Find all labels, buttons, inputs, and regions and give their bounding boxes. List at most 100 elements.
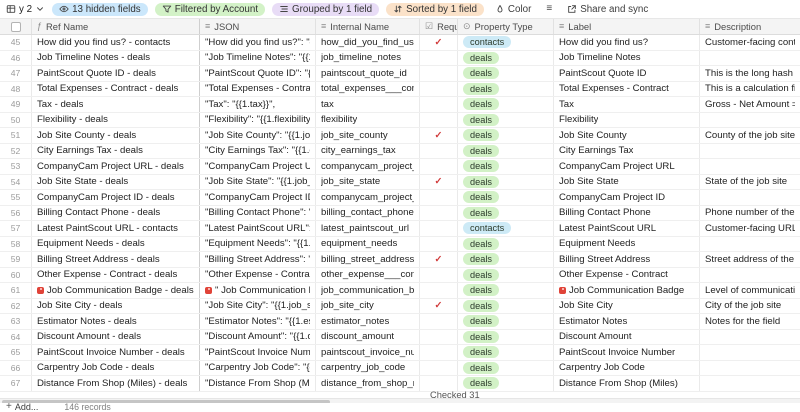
cell-internal[interactable]: equipment_needs [316, 236, 420, 251]
property-type-pill[interactable]: deals [463, 113, 499, 126]
cell-label[interactable]: Carpentry Job Code [554, 360, 700, 375]
cell-internal[interactable]: billing_contact_phone [316, 205, 420, 220]
group-button[interactable]: Grouped by 1 field [272, 2, 380, 16]
cell-internal[interactable]: paintscout_quote_id [316, 66, 420, 81]
column-header-desc[interactable]: ≡ Description [700, 19, 800, 34]
cell-desc[interactable]: City of the job site [700, 299, 800, 314]
cell-json[interactable]: "Flexibility": "{{1.flexibility}}", [200, 112, 316, 127]
row-number[interactable]: 61 [0, 283, 32, 298]
row-number[interactable]: 59 [0, 252, 32, 267]
cell-internal[interactable]: job_timeline_notes [316, 50, 420, 65]
row-number[interactable]: 55 [0, 190, 32, 205]
row-number[interactable]: 45 [0, 35, 32, 50]
cell-label[interactable]: Billing Street Address [554, 252, 700, 267]
row-number[interactable]: 58 [0, 236, 32, 251]
cell-internal[interactable]: job_communication_badge [316, 283, 420, 298]
property-type-pill[interactable]: deals [463, 268, 499, 281]
cell-json[interactable]: "How did you find us?": "{{1.ho... [200, 35, 316, 50]
row-number[interactable]: 53 [0, 159, 32, 174]
cell-json[interactable]: "Distance From Shop (Miles)": "... [200, 376, 316, 391]
cell-desc[interactable] [700, 330, 800, 345]
cell-json[interactable]: "Job Timeline Notes": "{{1.job... [200, 50, 316, 65]
cell-desc[interactable] [700, 237, 800, 252]
cell-desc[interactable]: County of the job site [700, 128, 800, 143]
row-number[interactable]: 46 [0, 50, 32, 65]
cell-required[interactable]: ✓ [420, 298, 458, 313]
row-number[interactable]: 50 [0, 112, 32, 127]
cell-type[interactable]: deals [458, 174, 554, 189]
cell-ref[interactable]: Total Expenses - Contract - deals [32, 81, 200, 96]
cell-json[interactable]: "Equipment Needs": "{{1.equip... [200, 236, 316, 251]
cell-internal[interactable]: distance_from_shop_miles [316, 376, 420, 391]
property-type-pill[interactable]: deals [463, 98, 499, 111]
cell-required[interactable] [420, 314, 458, 329]
cell-ref[interactable]: Equipment Needs - deals [32, 236, 200, 251]
add-record-button[interactable]: + Add... [6, 401, 38, 412]
required-check-icon[interactable]: ✓ [435, 177, 443, 187]
cell-label[interactable]: PaintScout Quote ID [554, 66, 700, 81]
cell-json[interactable]: "CompanyCam Project URL": "... [200, 159, 316, 174]
cell-ref[interactable]: Distance From Shop (Miles) - deals [32, 376, 200, 391]
cell-internal[interactable]: discount_amount [316, 329, 420, 344]
cell-json[interactable]: "City Earnings Tax": "{{1.city_ea... [200, 143, 316, 158]
cell-internal[interactable]: flexibility [316, 112, 420, 127]
cell-json[interactable]: " Job Communication Badge... [200, 283, 316, 298]
cell-label[interactable]: How did you find us? [554, 35, 700, 50]
cell-internal[interactable]: job_site_county [316, 128, 420, 143]
column-header-required[interactable]: ☑Required? [420, 19, 458, 34]
row-number[interactable]: 64 [0, 329, 32, 344]
cell-label[interactable]: Discount Amount [554, 329, 700, 344]
cell-desc[interactable] [700, 190, 800, 205]
cell-desc[interactable] [700, 144, 800, 159]
cell-required[interactable]: ✓ [420, 252, 458, 267]
cell-ref[interactable]: Billing Street Address - deals [32, 252, 200, 267]
cell-desc[interactable]: Notes for the field [700, 314, 800, 329]
property-type-pill[interactable]: deals [463, 284, 499, 297]
property-type-pill[interactable]: deals [463, 253, 499, 266]
cell-label[interactable]: Job Site City [554, 298, 700, 313]
cell-ref[interactable]: PaintScout Quote ID - deals [32, 66, 200, 81]
cell-internal[interactable]: other_expense___contract [316, 267, 420, 282]
cell-internal[interactable]: total_expenses___contract [316, 81, 420, 96]
cell-internal[interactable]: tax [316, 97, 420, 112]
property-type-pill[interactable]: deals [463, 82, 499, 95]
cell-ref[interactable]: City Earnings Tax - deals [32, 143, 200, 158]
cell-type[interactable]: deals [458, 66, 554, 81]
cell-json[interactable]: "Job Site County": "{{1.job_site... [200, 128, 316, 143]
cell-ref[interactable]: Job Site County - deals [32, 128, 200, 143]
cell-required[interactable] [420, 66, 458, 81]
property-type-pill[interactable]: contacts [463, 36, 512, 49]
color-button[interactable]: Color [491, 3, 535, 16]
cell-internal[interactable]: job_site_state [316, 174, 420, 189]
required-check-icon[interactable]: ✓ [435, 37, 443, 48]
cell-type[interactable]: deals [458, 360, 554, 375]
cell-internal[interactable]: paintscout_invoice_number [316, 345, 420, 360]
cell-label[interactable]: Distance From Shop (Miles) [554, 376, 700, 391]
cell-ref[interactable]: Discount Amount - deals [32, 329, 200, 344]
cell-type[interactable]: deals [458, 376, 554, 391]
cell-label[interactable]: Estimator Notes [554, 314, 700, 329]
cell-required[interactable] [420, 236, 458, 251]
cell-json[interactable]: "Job Site State": "{{1.job_site_st... [200, 174, 316, 189]
cell-required[interactable] [420, 112, 458, 127]
cell-json[interactable]: "Billing Contact Phone": "{{1.bill... [200, 205, 316, 220]
cell-type[interactable]: deals [458, 236, 554, 251]
cell-label[interactable]: Latest PaintScout URL [554, 221, 700, 236]
cell-json[interactable]: "Estimator Notes": "{{1.estimato... [200, 314, 316, 329]
cell-required[interactable] [420, 376, 458, 391]
property-type-pill[interactable]: deals [463, 191, 499, 204]
row-number[interactable]: 54 [0, 174, 32, 189]
cell-label[interactable]: PaintScout Invoice Number [554, 345, 700, 360]
cell-desc[interactable]: This is the long hash te [700, 66, 800, 81]
row-number[interactable]: 51 [0, 128, 32, 143]
cell-label[interactable]: CompanyCam Project ID [554, 190, 700, 205]
cell-desc[interactable]: This is a calculation fie [700, 82, 800, 97]
cell-json[interactable]: "Carpentry Job Code": "{{1.carp... [200, 360, 316, 375]
cell-type[interactable]: deals [458, 283, 554, 298]
cell-json[interactable]: "Discount Amount": "{{1.discou... [200, 329, 316, 344]
cell-ref[interactable]: Other Expense - Contract - deals [32, 267, 200, 282]
cell-desc[interactable]: Level of communication [700, 283, 800, 298]
cell-type[interactable]: deals [458, 329, 554, 344]
cell-required[interactable]: ✓ [420, 128, 458, 143]
cell-label[interactable]: Total Expenses - Contract [554, 81, 700, 96]
